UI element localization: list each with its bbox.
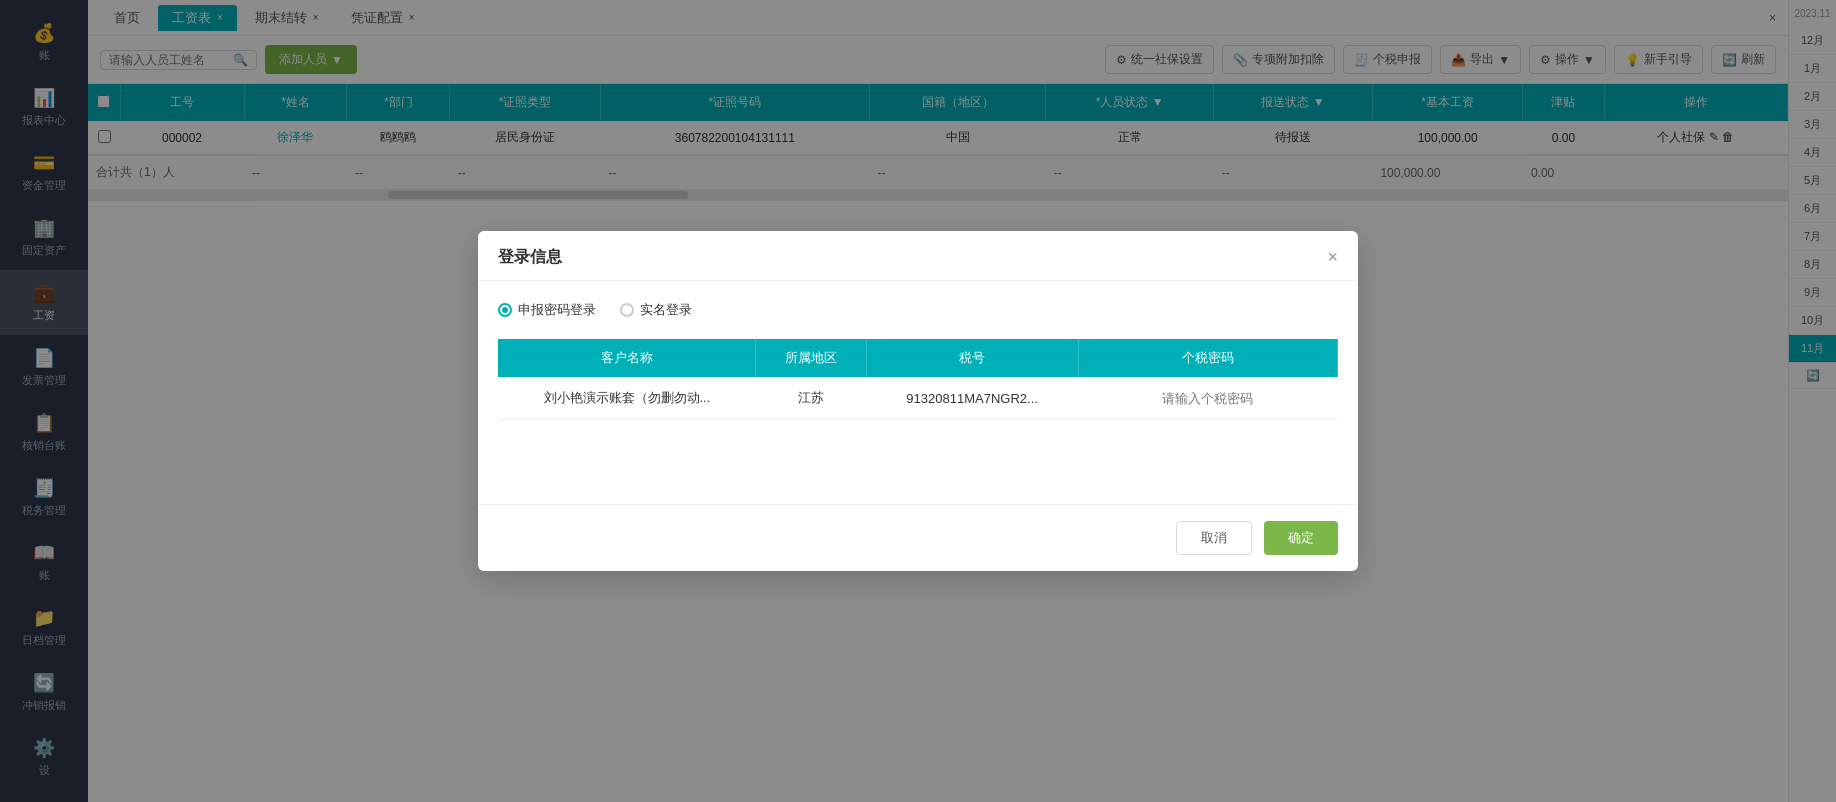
login-col-tax-number: 税号 [866, 339, 1078, 377]
radio-password-label: 申报密码登录 [518, 301, 596, 319]
login-col-password: 个税密码 [1078, 339, 1337, 377]
password-field[interactable] [1094, 391, 1321, 406]
login-table-row: 刘小艳演示账套（勿删勿动... 江苏 91320811MA7NGR2... [498, 377, 1338, 420]
radio-group: 申报密码登录 实名登录 [498, 301, 1338, 319]
cell-client-name: 刘小艳演示账套（勿删勿动... [498, 377, 756, 420]
radio-password-circle [498, 303, 512, 317]
radio-realname-label: 实名登录 [640, 301, 692, 319]
modal-close-button[interactable]: × [1327, 247, 1338, 268]
radio-realname-circle [620, 303, 634, 317]
modal-title: 登录信息 [498, 247, 562, 268]
confirm-button[interactable]: 确定 [1264, 521, 1338, 555]
modal-header: 登录信息 × [478, 231, 1358, 281]
cancel-button[interactable]: 取消 [1176, 521, 1252, 555]
modal-footer: 取消 确定 [478, 504, 1358, 571]
modal-overlay: 登录信息 × 申报密码登录 实名登录 客户名称 所属地区 [0, 0, 1836, 802]
login-col-client-name: 客户名称 [498, 339, 756, 377]
radio-password-login[interactable]: 申报密码登录 [498, 301, 596, 319]
cell-password-input[interactable] [1078, 377, 1337, 420]
login-col-region: 所属地区 [756, 339, 866, 377]
login-info-modal: 登录信息 × 申报密码登录 实名登录 客户名称 所属地区 [478, 231, 1358, 571]
login-table-header: 客户名称 所属地区 税号 个税密码 [498, 339, 1338, 377]
cell-tax-number: 91320811MA7NGR2... [866, 377, 1078, 420]
login-table: 客户名称 所属地区 税号 个税密码 刘小艳演示账套（勿删勿动... 江苏 913… [498, 339, 1338, 420]
radio-realname-login[interactable]: 实名登录 [620, 301, 692, 319]
cell-region: 江苏 [756, 377, 866, 420]
modal-body: 申报密码登录 实名登录 客户名称 所属地区 税号 个税密码 [478, 281, 1358, 504]
